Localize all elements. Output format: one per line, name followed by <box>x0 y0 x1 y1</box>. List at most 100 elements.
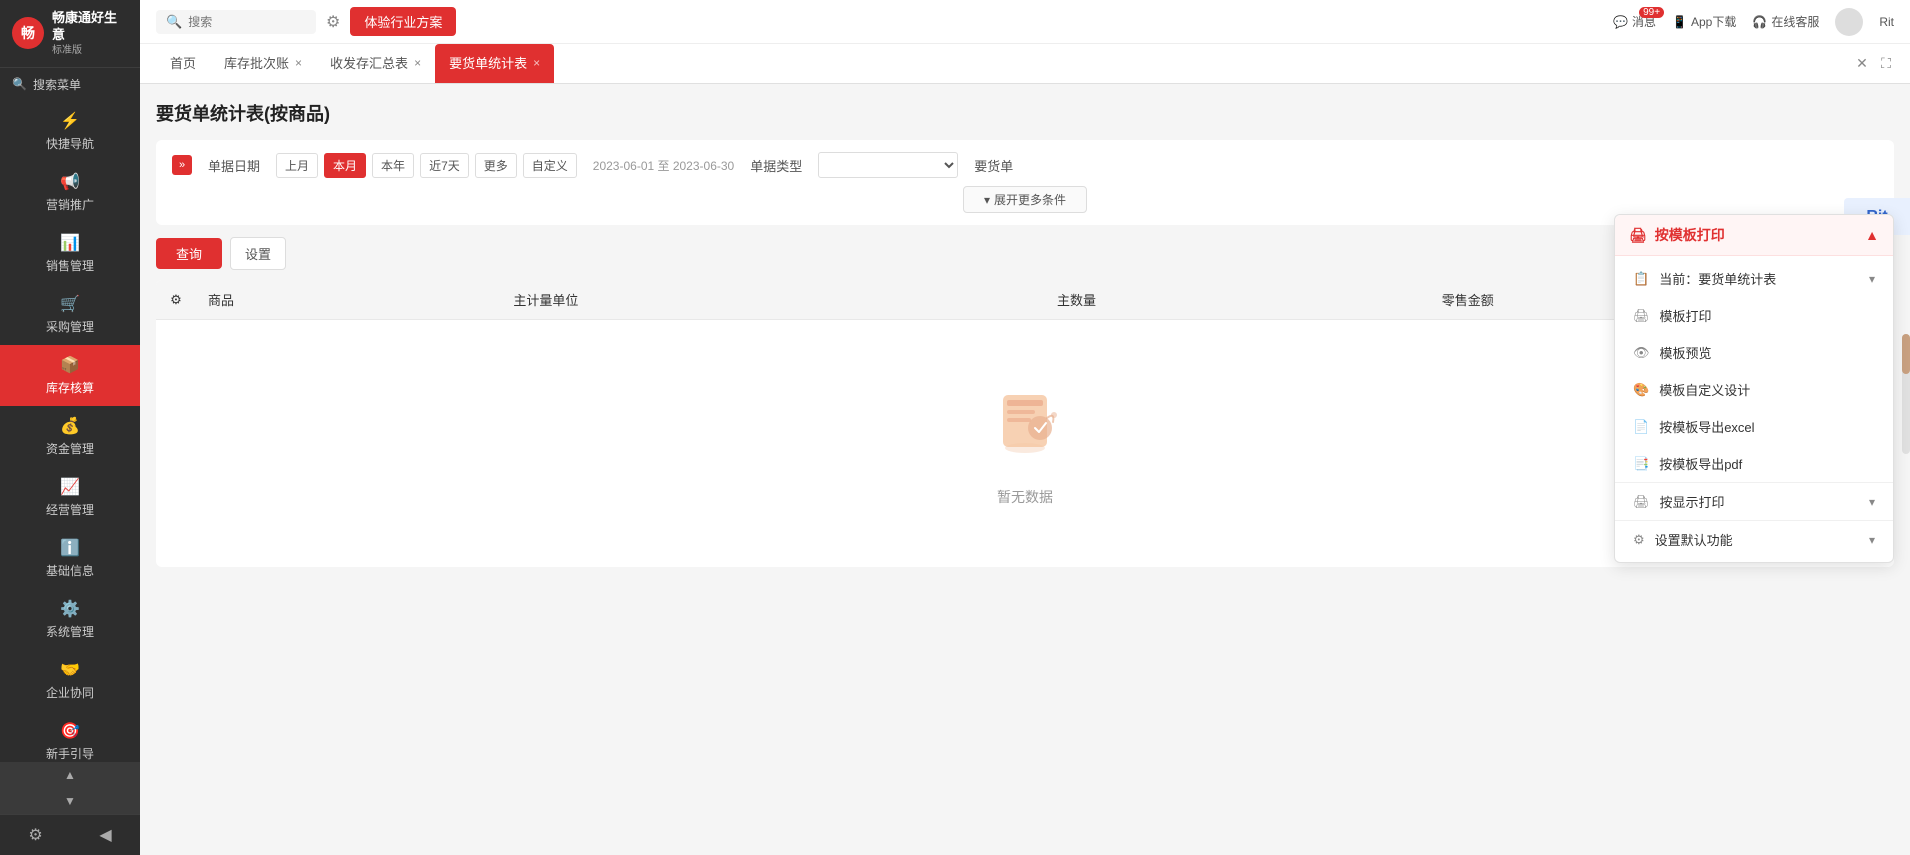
app-download-icon: 📱 <box>1672 15 1687 29</box>
expand-chevron-icon: ▾ <box>984 193 990 207</box>
online-service-btn[interactable]: 🎧 在线客服 <box>1752 13 1819 30</box>
col-settings[interactable]: ⚙ <box>156 280 196 320</box>
empty-icon <box>985 380 1065 475</box>
export-pdf-icon: 📑 <box>1633 456 1649 472</box>
sidebar-item-marketing[interactable]: 📢 营销推广 <box>0 162 140 223</box>
notification-badge: 99+ <box>1639 7 1664 18</box>
set-default-icon: ⚙ <box>1633 532 1645 548</box>
tab-order-stats-close[interactable]: × <box>533 56 540 70</box>
window-close-btn[interactable]: ✕ <box>1854 56 1870 72</box>
user-avatar[interactable] <box>1835 8 1863 36</box>
col-product: 商品 <box>196 280 501 320</box>
tab-home[interactable]: 首页 <box>156 44 210 83</box>
scrollbar[interactable] <box>1902 334 1910 454</box>
order-type-select[interactable] <box>818 152 958 178</box>
sidebar-item-label: 基础信息 <box>46 562 94 579</box>
topbar-search-box[interactable]: 🔍 <box>156 10 316 34</box>
notification-icon: 💬 <box>1613 15 1628 29</box>
app-download-btn[interactable]: 📱 App下载 <box>1672 13 1736 30</box>
sidebar-item-enterprise[interactable]: 🤝 企业协同 <box>0 650 140 711</box>
sidebar-collapse-btn[interactable]: ◀ <box>99 825 111 845</box>
tab-collection-summary[interactable]: 收发存汇总表 × <box>316 44 435 83</box>
dropdown-export-pdf[interactable]: 📑 按模板导出pdf <box>1615 445 1893 482</box>
expand-more-label: 展开更多条件 <box>994 191 1066 208</box>
date-btn-custom[interactable]: 自定义 <box>523 153 577 178</box>
template-design-label: 模板自定义设计 <box>1659 380 1750 399</box>
filter-expand-icon[interactable]: » <box>172 155 192 175</box>
set-default-chevron: ▾ <box>1869 533 1875 547</box>
dropdown-current-template[interactable]: 📋 当前：要货单统计表 ▾ <box>1615 260 1893 297</box>
template-preview-icon: 👁 <box>1633 345 1650 361</box>
app-download-label: App下载 <box>1691 13 1736 30</box>
date-btn-this-year[interactable]: 本年 <box>372 153 414 178</box>
dropdown-template-design[interactable]: 🎨 模板自定义设计 <box>1615 371 1893 408</box>
col-quantity: 主数量 <box>1045 280 1430 320</box>
query-btn[interactable]: 查询 <box>156 238 222 269</box>
export-excel-icon: 📄 <box>1633 419 1649 435</box>
dropdown-display-print[interactable]: 🖨 按显示打印 ▾ <box>1615 482 1893 520</box>
dropdown-set-default[interactable]: ⚙ 设置默认功能 ▾ <box>1615 520 1893 558</box>
scrollbar-thumb[interactable] <box>1902 334 1910 374</box>
experience-btn[interactable]: 体验行业方案 <box>350 7 456 36</box>
dropdown-export-excel[interactable]: 📄 按模板导出excel <box>1615 408 1893 445</box>
date-btn-prev-month[interactable]: 上月 <box>276 153 318 178</box>
sidebar-item-sales[interactable]: 📊 销售管理 <box>0 223 140 284</box>
topbar: 🔍 ⚙ 体验行业方案 💬 消息 99+ 📱 App下载 🎧 在线客服 Rit <box>140 0 1910 44</box>
settings-btn[interactable]: 设置 <box>230 237 286 270</box>
expand-more-btn[interactable]: ▾ 展开更多条件 <box>963 186 1087 213</box>
sidebar-scroll-up[interactable]: ▲ <box>0 762 140 788</box>
online-service-label: 在线客服 <box>1771 13 1819 30</box>
topbar-search-icon: 🔍 <box>166 14 182 30</box>
dropdown-chevron-icon: ▲ <box>1865 227 1879 243</box>
sidebar-item-label: 快捷导航 <box>46 135 94 152</box>
tab-inventory-batch-close[interactable]: × <box>295 56 302 70</box>
sidebar-item-quick-nav[interactable]: ⚡ 快捷导航 <box>0 101 140 162</box>
sidebar-item-guide[interactable]: 🎯 新手引导 <box>0 711 140 762</box>
sidebar-bottom: ⚙ ◀ <box>0 814 140 855</box>
display-print-chevron: ▾ <box>1869 495 1875 509</box>
template-design-icon: 🎨 <box>1633 382 1649 398</box>
sidebar-settings-btn[interactable]: ⚙ <box>28 825 42 845</box>
dropdown-print-icon: 🖨 <box>1629 227 1647 244</box>
date-btn-last-7-days[interactable]: 近7天 <box>420 153 469 178</box>
app-edition: 标准版 <box>52 44 128 57</box>
app-name: 畅康通好生意 <box>52 10 128 44</box>
tab-order-stats[interactable]: 要货单统计表 × <box>435 44 554 83</box>
date-range-text: 2023-06-01 至 2023-06-30 <box>593 157 734 174</box>
date-group: 上月 本月 本年 近7天 更多 自定义 <box>276 153 577 178</box>
dropdown-template-preview[interactable]: 👁 模板预览 <box>1615 334 1893 371</box>
sidebar-item-purchase[interactable]: 🛒 采购管理 <box>0 284 140 345</box>
sidebar-search[interactable]: 🔍 搜索菜单 <box>0 68 140 101</box>
sidebar-item-label: 资金管理 <box>46 440 94 457</box>
dropdown-header[interactable]: 🖨 按模板打印 ▲ <box>1615 215 1893 256</box>
sidebar-scroll-down[interactable]: ▼ <box>0 788 140 814</box>
sidebar-item-label: 库存核算 <box>46 379 94 396</box>
dropdown-template-print[interactable]: 🖨 模板打印 <box>1615 297 1893 334</box>
display-print-label: 按显示打印 <box>1660 492 1725 511</box>
set-default-left: ⚙ 设置默认功能 <box>1633 530 1733 549</box>
sidebar: 畅 畅康通好生意 标准版 🔍 搜索菜单 ⚡ 快捷导航 📢 营销推广 📊 销售管理… <box>0 0 140 855</box>
date-btn-more[interactable]: 更多 <box>475 153 517 178</box>
guide-icon: 🎯 <box>60 721 80 741</box>
tab-inventory-batch[interactable]: 库存批次账 × <box>210 44 316 83</box>
window-maximize-btn[interactable]: ⛶ <box>1878 56 1894 72</box>
notifications-btn[interactable]: 💬 消息 99+ <box>1613 13 1656 30</box>
set-default-label: 设置默认功能 <box>1655 530 1733 549</box>
filter-card: » 单据日期 上月 本月 本年 近7天 更多 自定义 2023-06-01 至 … <box>156 140 1894 225</box>
sidebar-item-finance[interactable]: 💰 资金管理 <box>0 406 140 467</box>
sidebar-item-basic[interactable]: ℹ️ 基础信息 <box>0 528 140 589</box>
sidebar-item-inventory[interactable]: 📦 库存核算 <box>0 345 140 406</box>
operations-icon: 📈 <box>60 477 80 497</box>
sidebar-item-label: 营销推广 <box>46 196 94 213</box>
topbar-gear-icon[interactable]: ⚙ <box>326 12 340 32</box>
tab-collection-summary-close[interactable]: × <box>414 56 421 70</box>
sidebar-item-system[interactable]: ⚙️ 系统管理 <box>0 589 140 650</box>
sidebar-search-label: 搜索菜单 <box>33 76 81 93</box>
sidebar-item-label: 销售管理 <box>46 257 94 274</box>
topbar-search-input[interactable] <box>188 15 306 29</box>
sidebar-item-operations[interactable]: 📈 经营管理 <box>0 467 140 528</box>
scroll-up-icon: ▲ <box>64 768 76 782</box>
finance-icon: 💰 <box>60 416 80 436</box>
tab-collection-summary-label: 收发存汇总表 <box>330 53 408 72</box>
date-btn-current-month[interactable]: 本月 <box>324 153 366 178</box>
